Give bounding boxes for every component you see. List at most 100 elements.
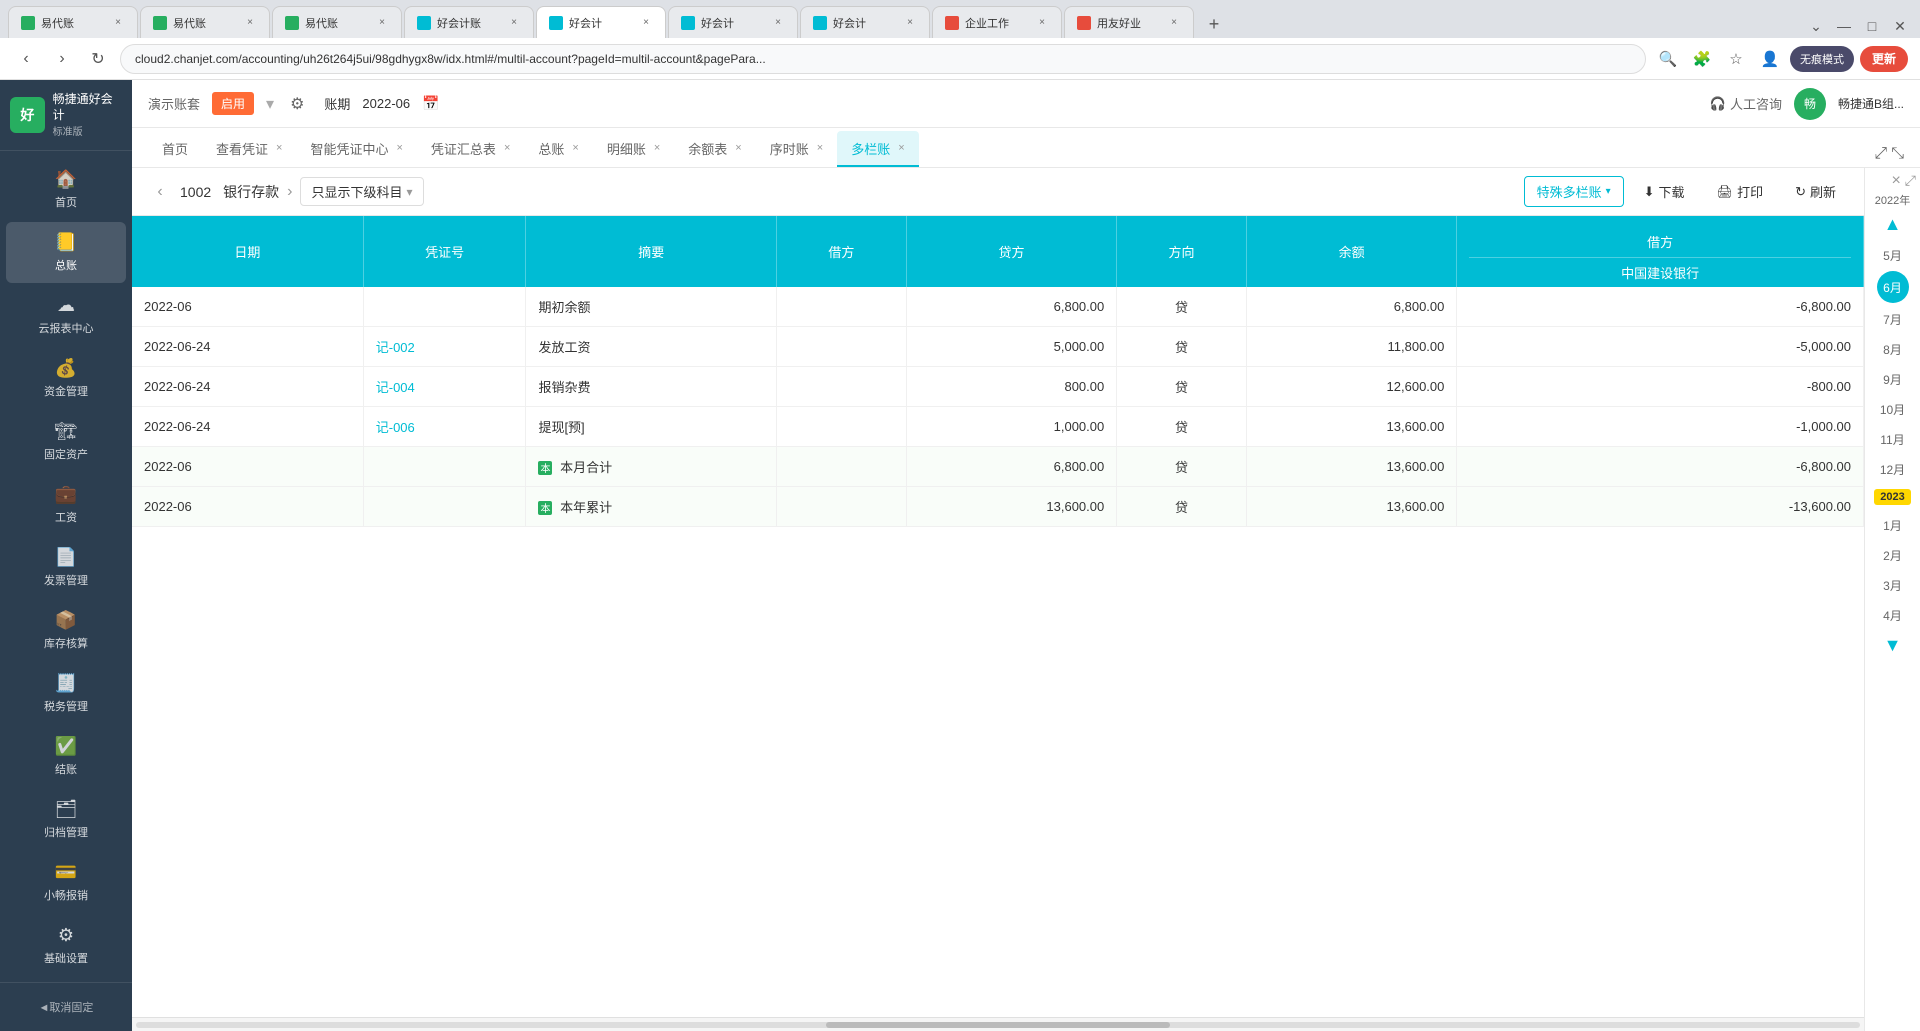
tab-voucher-summary[interactable]: 凭证汇总表 × — [417, 131, 524, 167]
month-2022-12[interactable]: 12月 — [1871, 455, 1915, 483]
tab-voucher-summary-close[interactable]: × — [504, 142, 510, 154]
dropdown-arrow-icon[interactable]: ▾ — [266, 94, 274, 114]
td-voucher-4[interactable]: 记-006 — [363, 407, 526, 447]
tab-multi-column-close[interactable]: × — [898, 142, 904, 154]
tab-view-voucher-close[interactable]: × — [276, 142, 282, 154]
browser-tab-8[interactable]: 企业工作 × — [932, 6, 1062, 38]
address-input[interactable] — [120, 44, 1646, 74]
tab-balance-table-close[interactable]: × — [735, 142, 741, 154]
month-2022-06[interactable]: 6月 — [1877, 271, 1909, 303]
back-button[interactable]: ‹ — [12, 45, 40, 73]
tab-detail-ledger-close[interactable]: × — [654, 142, 660, 154]
month-2023-04[interactable]: 4月 — [1871, 601, 1915, 629]
tab-close-8[interactable]: × — [1035, 16, 1049, 30]
profile-icon[interactable]: 👤 — [1756, 45, 1784, 73]
tab-close-1[interactable]: × — [111, 16, 125, 30]
month-2022-10[interactable]: 10月 — [1871, 395, 1915, 423]
tab-smart-voucher-close[interactable]: × — [396, 142, 402, 154]
sidebar-item-asset[interactable]: 🏗 固定资产 — [6, 411, 126, 472]
date-nav-close-icon[interactable]: × — [1891, 172, 1900, 190]
extension-icon[interactable]: 🧩 — [1688, 45, 1716, 73]
tab-close-2[interactable]: × — [243, 16, 257, 30]
month-2023-02[interactable]: 2月 — [1871, 541, 1915, 569]
unpin-button[interactable]: ◄取消固定 — [10, 993, 122, 1021]
sidebar-item-report[interactable]: ☁ 云报表中心 — [6, 285, 126, 346]
tab-close-6[interactable]: × — [771, 16, 785, 30]
maximize-button[interactable]: □ — [1860, 14, 1884, 38]
expand-tabs-button[interactable]: ⤢ ⤡ — [1874, 145, 1904, 163]
calendar-icon[interactable]: 📅 — [422, 95, 439, 112]
browser-tab-2[interactable]: 易代账 × — [140, 6, 270, 38]
tab-close-3[interactable]: × — [375, 16, 389, 30]
month-2022-07[interactable]: 7月 — [1871, 305, 1915, 333]
browser-tab-7[interactable]: 好会计 × — [800, 6, 930, 38]
tab-multi-column[interactable]: 多栏账 × — [837, 131, 918, 167]
tab-general-ledger-close[interactable]: × — [572, 142, 578, 154]
consult-button[interactable]: 🎧 人工咨询 — [1710, 94, 1782, 113]
sidebar-item-salary[interactable]: 💼 工资 — [6, 474, 126, 535]
date-nav-down-button[interactable]: ▼ — [1865, 635, 1920, 656]
tab-balance-table[interactable]: 余额表 × — [674, 131, 755, 167]
tab-close-5[interactable]: × — [639, 16, 653, 30]
sidebar-item-tax[interactable]: 🧾 税务管理 — [6, 663, 126, 724]
sidebar-item-archive[interactable]: 🗂 归档管理 — [6, 789, 126, 850]
demo-mode-badge[interactable]: 启用 — [212, 92, 254, 115]
browser-tab-6[interactable]: 好会计 × — [668, 6, 798, 38]
horizontal-scrollbar[interactable] — [132, 1017, 1864, 1031]
tab-sequence-ledger-close[interactable]: × — [817, 142, 823, 154]
download-button[interactable]: ⬇ 下载 — [1632, 177, 1697, 206]
tab-general-ledger[interactable]: 总账 × — [524, 131, 592, 167]
sidebar-item-home[interactable]: 🏠 首页 — [6, 159, 126, 220]
sidebar-item-settings[interactable]: ⚙ 基础设置 — [6, 915, 126, 976]
browser-tab-5[interactable]: 好会计 × — [536, 6, 666, 38]
date-nav-up-button[interactable]: ▲ — [1865, 214, 1920, 235]
special-column-button[interactable]: 特殊多栏账 ▾ — [1524, 176, 1624, 207]
month-2023-01[interactable]: 1月 — [1871, 511, 1915, 539]
new-tab-button[interactable]: + — [1200, 10, 1228, 38]
sub-filter-dropdown[interactable]: 只显示下级科目 ▾ — [300, 177, 423, 206]
prev-account-button[interactable]: ‹ — [148, 180, 172, 204]
month-2023-03[interactable]: 3月 — [1871, 571, 1915, 599]
minimize-button[interactable]: — — [1832, 14, 1856, 38]
tab-detail-ledger[interactable]: 明细账 × — [593, 131, 674, 167]
sidebar-item-ledger[interactable]: 📒 总账 — [6, 222, 126, 283]
scroll-thumb[interactable] — [826, 1022, 1171, 1028]
refresh-button[interactable]: ↻ 刷新 — [1783, 177, 1848, 206]
td-voucher-2[interactable]: 记-002 — [363, 327, 526, 367]
browser-tab-3[interactable]: 易代账 × — [272, 6, 402, 38]
reload-button[interactable]: ↻ — [84, 45, 112, 73]
next-account-button[interactable]: › — [287, 183, 292, 201]
tab-home[interactable]: 首页 — [148, 131, 202, 167]
tab-sequence-ledger[interactable]: 序时账 × — [756, 131, 837, 167]
month-2022-09[interactable]: 9月 — [1871, 365, 1915, 393]
td-voucher-3[interactable]: 记-004 — [363, 367, 526, 407]
bookmark-icon[interactable]: ☆ — [1722, 45, 1750, 73]
ledger-table-wrapper[interactable]: 日期 凭证号 摘要 借方 贷方 方向 余额 借方 中国建设银 — [132, 216, 1864, 1017]
date-nav-expand-icon[interactable]: ⤢ — [1905, 172, 1916, 190]
sidebar-item-inventory[interactable]: 📦 库存核算 — [6, 600, 126, 661]
tab-close-7[interactable]: × — [903, 16, 917, 30]
forward-button[interactable]: › — [48, 45, 76, 73]
close-window-button[interactable]: ✕ — [1888, 14, 1912, 38]
tab-view-voucher[interactable]: 查看凭证 × — [202, 131, 296, 167]
print-button[interactable]: 🖨 打印 — [1705, 177, 1776, 206]
tab-smart-voucher[interactable]: 智能凭证中心 × — [296, 131, 416, 167]
month-2022-11[interactable]: 11月 — [1871, 425, 1915, 453]
tab-list-button[interactable]: ⌄ — [1804, 14, 1828, 38]
month-2022-08[interactable]: 8月 — [1871, 335, 1915, 363]
tab-close-4[interactable]: × — [507, 16, 521, 30]
sidebar-item-invoice[interactable]: 📄 发票管理 — [6, 537, 126, 598]
tab-close-9[interactable]: × — [1167, 16, 1181, 30]
month-2022-05[interactable]: 5月 — [1871, 241, 1915, 269]
sidebar-item-expense[interactable]: 💳 小畅报销 — [6, 852, 126, 913]
browser-tab-1[interactable]: 易代账 × — [8, 6, 138, 38]
browser-tab-4[interactable]: 好会计账 × — [404, 6, 534, 38]
wuhen-mode-button[interactable]: 无痕模式 — [1790, 46, 1854, 72]
sidebar-item-fund[interactable]: 💰 资金管理 — [6, 348, 126, 409]
settings-gear-icon[interactable]: ⚙ — [290, 94, 304, 114]
browser-tab-9[interactable]: 用友好业 × — [1064, 6, 1194, 38]
search-icon[interactable]: 🔍 — [1654, 45, 1682, 73]
sidebar-item-close[interactable]: ✅ 结账 — [6, 726, 126, 787]
user-avatar[interactable]: 畅 — [1794, 88, 1826, 120]
update-button[interactable]: 更新 — [1860, 46, 1908, 72]
